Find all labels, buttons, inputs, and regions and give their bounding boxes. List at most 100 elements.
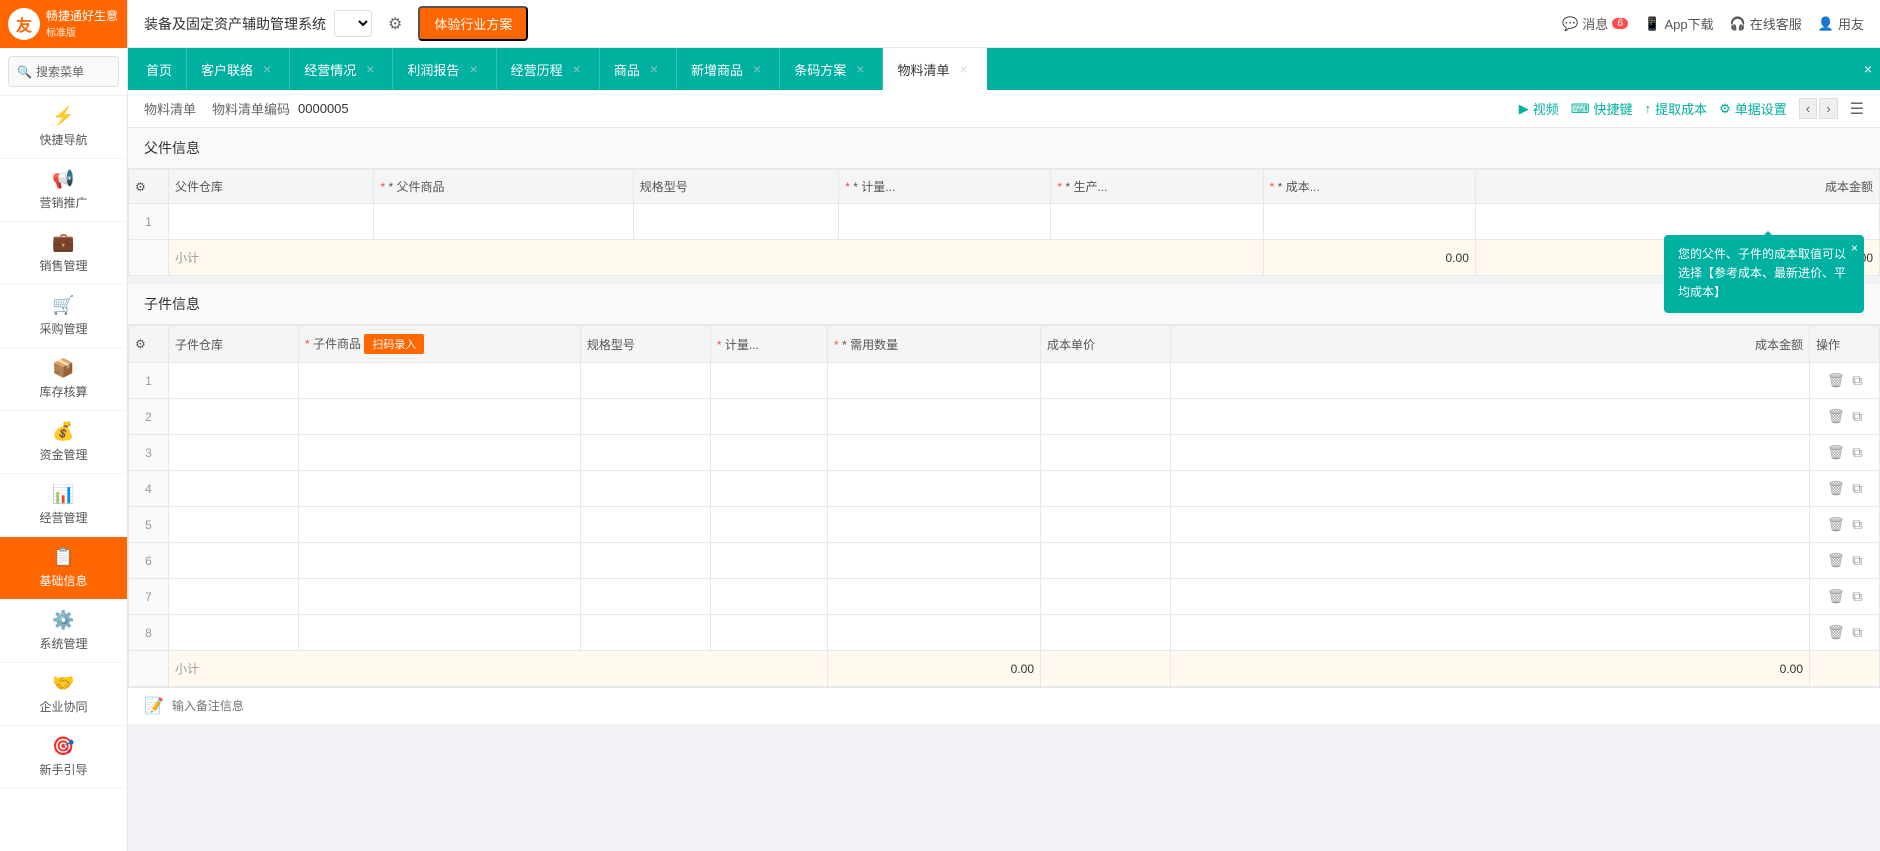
delete-row-3-btn[interactable]: 🗑: [1825, 442, 1847, 463]
child-row-3-amount[interactable]: [1170, 435, 1809, 471]
child-row-3-needed-qty[interactable]: [828, 435, 1041, 471]
child-row-2-amount[interactable]: [1170, 399, 1809, 435]
child-row-3-unit-cost[interactable]: [1041, 435, 1171, 471]
sidebar-item-collaboration[interactable]: 🤝 企业协同: [0, 663, 127, 726]
child-row-7-spec[interactable]: [580, 579, 710, 615]
child-row-7-warehouse[interactable]: [169, 579, 299, 615]
child-row-8-qty-unit[interactable]: [710, 615, 827, 651]
prev-arrow[interactable]: ‹: [1799, 98, 1817, 119]
tab-home[interactable]: 首页: [132, 48, 187, 90]
tab-bom-close[interactable]: ×: [955, 61, 971, 77]
scan-btn[interactable]: 扫码录入: [364, 334, 424, 354]
sidebar-item-marketing[interactable]: 📢 营销推广: [0, 159, 127, 222]
parent-row-1-qty[interactable]: [839, 204, 1051, 240]
tab-goods[interactable]: 商品 ×: [600, 48, 677, 90]
child-row-1-product[interactable]: [298, 363, 580, 399]
sidebar-item-sales[interactable]: 💼 销售管理: [0, 222, 127, 285]
child-row-8-unit-cost[interactable]: [1041, 615, 1171, 651]
tab-customer-close[interactable]: ×: [259, 61, 275, 77]
parent-row-1-produce[interactable]: [1051, 204, 1263, 240]
app-download-item[interactable]: 📱 App下载: [1644, 14, 1713, 33]
delete-row-8-btn[interactable]: 🗑: [1825, 622, 1847, 643]
close-all-tabs[interactable]: ×: [1860, 61, 1876, 77]
child-row-1-unit-cost[interactable]: [1041, 363, 1171, 399]
tab-history[interactable]: 经营历程 ×: [497, 48, 600, 90]
tab-barcode[interactable]: 条码方案 ×: [780, 48, 883, 90]
tab-operations-close[interactable]: ×: [362, 61, 378, 77]
copy-row-6-btn[interactable]: ⧉: [1850, 550, 1864, 571]
child-row-4-warehouse[interactable]: [169, 471, 299, 507]
tab-bom[interactable]: 物料清单 ×: [883, 48, 986, 90]
extract-cost-action[interactable]: ↑ 提取成本: [1645, 99, 1708, 118]
copy-row-8-btn[interactable]: ⧉: [1850, 622, 1864, 643]
child-row-6-needed-qty[interactable]: [828, 543, 1041, 579]
child-row-3-qty-unit[interactable]: [710, 435, 827, 471]
tab-history-close[interactable]: ×: [569, 61, 585, 77]
delete-row-7-btn[interactable]: 🗑: [1825, 586, 1847, 607]
child-row-5-needed-qty[interactable]: [828, 507, 1041, 543]
child-row-6-qty-unit[interactable]: [710, 543, 827, 579]
tab-new-goods[interactable]: 新增商品 ×: [677, 48, 780, 90]
online-service-item[interactable]: 🎧 在线客服: [1730, 14, 1802, 33]
child-row-7-needed-qty[interactable]: [828, 579, 1041, 615]
copy-row-5-btn[interactable]: ⧉: [1850, 514, 1864, 535]
next-arrow[interactable]: ›: [1819, 98, 1837, 119]
parent-row-1-cost[interactable]: [1263, 204, 1475, 240]
child-row-4-amount[interactable]: [1170, 471, 1809, 507]
child-row-8-warehouse[interactable]: [169, 615, 299, 651]
copy-row-1-btn[interactable]: ⧉: [1850, 370, 1864, 391]
tab-goods-close[interactable]: ×: [646, 61, 662, 77]
tooltip-close-btn[interactable]: ×: [1851, 239, 1858, 258]
child-row-2-spec[interactable]: [580, 399, 710, 435]
child-row-5-unit-cost[interactable]: [1041, 507, 1171, 543]
child-row-4-spec[interactable]: [580, 471, 710, 507]
child-row-7-qty-unit[interactable]: [710, 579, 827, 615]
user-item[interactable]: 👤 用友: [1818, 14, 1864, 33]
child-row-1-warehouse[interactable]: [169, 363, 299, 399]
sidebar-item-basic-info[interactable]: 📋 基础信息: [0, 537, 127, 600]
child-row-8-product[interactable]: [298, 615, 580, 651]
child-row-4-needed-qty[interactable]: [828, 471, 1041, 507]
copy-row-2-btn[interactable]: ⧉: [1850, 406, 1864, 427]
child-row-2-needed-qty[interactable]: [828, 399, 1041, 435]
note-input[interactable]: [172, 699, 1864, 713]
parent-col-settings[interactable]: ⚙: [129, 170, 169, 204]
sidebar-item-guide[interactable]: 🎯 新手引导: [0, 726, 127, 789]
parent-row-1-product[interactable]: [374, 204, 633, 240]
child-row-1-qty-unit[interactable]: [710, 363, 827, 399]
sidebar-item-operations[interactable]: 📊 经营管理: [0, 474, 127, 537]
child-row-5-qty-unit[interactable]: [710, 507, 827, 543]
child-row-1-needed-qty[interactable]: [828, 363, 1041, 399]
delete-row-2-btn[interactable]: 🗑: [1825, 406, 1847, 427]
child-row-7-amount[interactable]: [1170, 579, 1809, 615]
delete-row-4-btn[interactable]: 🗑: [1825, 478, 1847, 499]
trial-button[interactable]: 体验行业方案: [418, 6, 528, 41]
sidebar-item-purchase[interactable]: 🛒 采购管理: [0, 285, 127, 348]
single-settings-action[interactable]: ⚙ 单据设置: [1719, 99, 1787, 118]
delete-row-1-btn[interactable]: 🗑: [1825, 370, 1847, 391]
video-action[interactable]: ▶ 视频: [1519, 99, 1559, 118]
child-row-4-unit-cost[interactable]: [1041, 471, 1171, 507]
child-row-5-warehouse[interactable]: [169, 507, 299, 543]
delete-row-6-btn[interactable]: 🗑: [1825, 550, 1847, 571]
child-row-5-amount[interactable]: [1170, 507, 1809, 543]
child-row-8-amount[interactable]: [1170, 615, 1809, 651]
child-row-6-warehouse[interactable]: [169, 543, 299, 579]
child-row-1-spec[interactable]: [580, 363, 710, 399]
child-row-8-spec[interactable]: [580, 615, 710, 651]
child-row-5-product[interactable]: [298, 507, 580, 543]
delete-row-5-btn[interactable]: 🗑: [1825, 514, 1847, 535]
child-row-2-product[interactable]: [298, 399, 580, 435]
child-row-4-product[interactable]: [298, 471, 580, 507]
tab-profit-close[interactable]: ×: [465, 61, 481, 77]
sidebar-item-system[interactable]: ⚙️ 系统管理: [0, 600, 127, 663]
child-row-6-amount[interactable]: [1170, 543, 1809, 579]
parent-row-1-spec[interactable]: [633, 204, 838, 240]
child-row-3-spec[interactable]: [580, 435, 710, 471]
child-row-1-amount[interactable]: [1170, 363, 1809, 399]
sidebar-item-finance[interactable]: 💰 资金管理: [0, 411, 127, 474]
child-row-6-unit-cost[interactable]: [1041, 543, 1171, 579]
child-row-2-unit-cost[interactable]: [1041, 399, 1171, 435]
tab-new-goods-close[interactable]: ×: [749, 61, 765, 77]
copy-row-4-btn[interactable]: ⧉: [1850, 478, 1864, 499]
